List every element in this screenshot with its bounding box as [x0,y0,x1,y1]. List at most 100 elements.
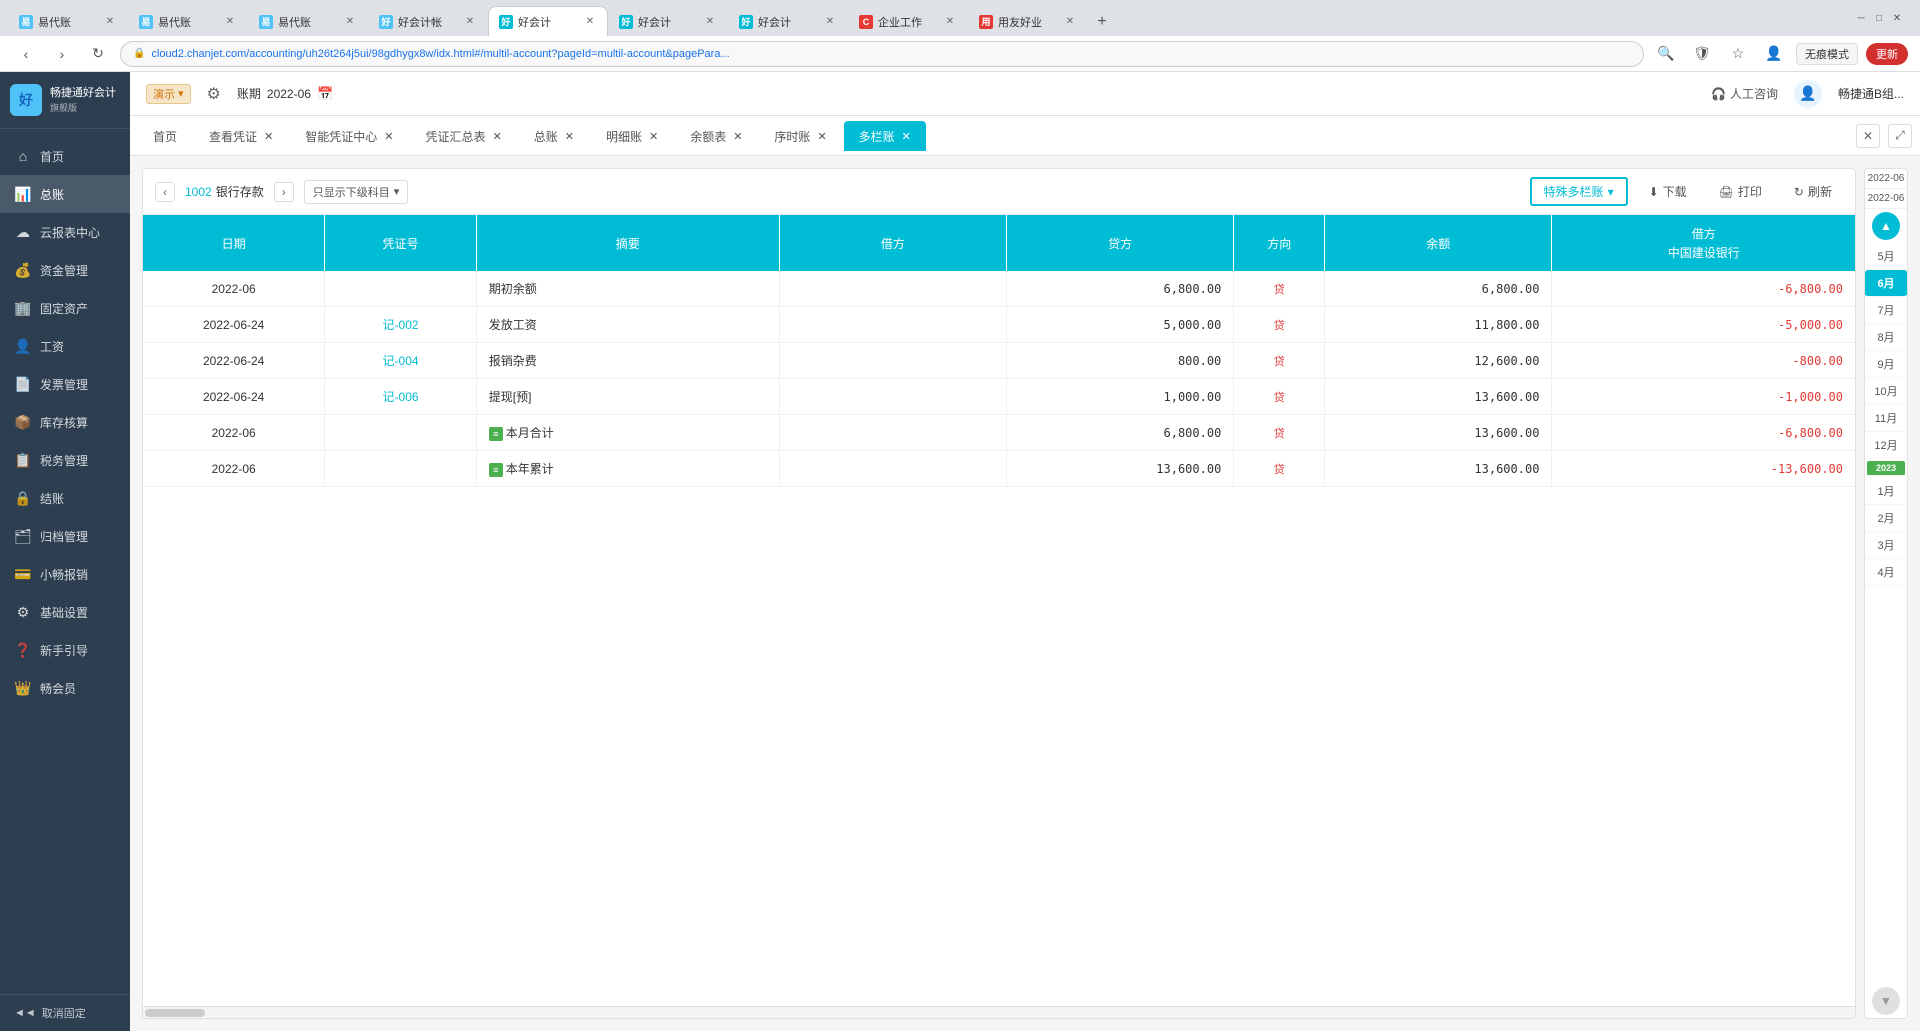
calendar-icon[interactable]: 📅 [317,86,333,102]
page-tab-close-voucher-summary[interactable]: ✕ [493,130,502,143]
tab-close-6[interactable]: ✕ [703,15,717,29]
timeline-month-item[interactable]: 7月 [1865,297,1907,324]
timeline-month-item[interactable]: 5月 [1865,243,1907,270]
timeline-down-btn[interactable]: ▼ [1872,987,1900,1015]
page-tab-balance-table[interactable]: 余额表✕ [675,121,757,151]
sidebar-item-ledger[interactable]: 📊 总账 [0,175,130,213]
tab-close-7[interactable]: ✕ [823,15,837,29]
tabs-right: ✕ ⤢ [1856,124,1912,148]
page-tab-close-detail-ledger[interactable]: ✕ [649,130,658,143]
page-tab-close-smart-voucher[interactable]: ✕ [384,130,393,143]
sidebar-item-inventory[interactable]: 📦 库存核算 [0,403,130,441]
page-tab-voucher-summary[interactable]: 凭证汇总表✕ [410,121,516,151]
tab-close-8[interactable]: ✕ [943,15,957,29]
timeline-month-item[interactable]: 9月 [1865,351,1907,378]
tab-collapse-left[interactable]: ✕ [1856,124,1880,148]
consult-button[interactable]: 🎧 人工咨询 [1711,85,1778,102]
settings-icon[interactable]: ⚙ [207,84,221,104]
minimize-btn[interactable]: ─ [1854,11,1868,25]
print-btn[interactable]: 🖨 打印 [1708,178,1773,205]
voucher-link[interactable]: 记-006 [383,390,419,404]
browser-tab-3[interactable]: 易 易代账 ✕ [248,6,368,36]
reload-btn[interactable]: ↻ [84,40,112,68]
search-icon-btn[interactable]: 🔍 [1652,40,1680,68]
sidebar-item-expense[interactable]: 💳 小畅报销 [0,555,130,593]
timeline-month-item[interactable]: 2月 [1865,505,1907,532]
sidebar-item-settings[interactable]: ⚙ 基础设置 [0,593,130,631]
browser-tab-8[interactable]: C 企业工作 ✕ [848,6,968,36]
tab-close-2[interactable]: ✕ [223,15,237,29]
maximize-btn[interactable]: □ [1872,11,1886,25]
tab-close-3[interactable]: ✕ [343,15,357,29]
page-tab-general-ledger[interactable]: 总账✕ [519,121,589,151]
tab-expand-btn[interactable]: ⤢ [1888,124,1912,148]
address-box[interactable]: 🔒 cloud2.chanjet.com/accounting/uh26t264… [120,41,1644,67]
timeline-month-item[interactable]: 12月 [1865,432,1907,459]
tab-close-1[interactable]: ✕ [103,15,117,29]
refresh-btn[interactable]: ↻ 刷新 [1783,178,1843,205]
page-tab-multi-ledger[interactable]: 多栏账✕ [844,121,926,151]
tab-close-4[interactable]: ✕ [463,15,477,29]
update-button[interactable]: 更新 [1866,43,1908,65]
special-ledger-btn[interactable]: 特殊多栏账 ▾ [1530,177,1628,206]
sidebar-item-fixed-asset[interactable]: 🏢 固定资产 [0,289,130,327]
download-btn[interactable]: ⬇ 下载 [1638,178,1698,205]
timeline-month-item[interactable]: 1月 [1865,478,1907,505]
h-scroll-bar[interactable] [143,1006,1855,1018]
page-tab-view-voucher[interactable]: 查看凭证✕ [194,121,288,151]
filter-dropdown[interactable]: 只显示下级科目 ▾ [304,180,409,204]
page-tab-close-general-ledger[interactable]: ✕ [565,130,574,143]
unpin-button[interactable]: ◄◄ 取消固定 [0,994,130,1031]
sidebar-item-capital[interactable]: 💰 资金管理 [0,251,130,289]
sidebar-item-member[interactable]: 👑 畅会员 [0,669,130,707]
timeline-month-item[interactable]: 10月 [1865,378,1907,405]
back-btn[interactable]: ‹ [12,40,40,68]
timeline-up-btn[interactable]: ▲ [1872,212,1900,240]
close-btn[interactable]: ✕ [1890,11,1904,25]
profile-icon-btn[interactable]: 👤 [1760,40,1788,68]
sidebar-item-cloud-report[interactable]: ☁ 云报表中心 [0,213,130,251]
browser-tab-4[interactable]: 好 好会计帐 ✕ [368,6,488,36]
browser-tab-6[interactable]: 好 好会计 ✕ [608,6,728,36]
forward-btn[interactable]: › [48,40,76,68]
nav-icon-settings: ⚙ [14,603,32,621]
page-tab-sequence-ledger[interactable]: 序时账✕ [759,121,841,151]
sidebar-item-close[interactable]: 🔒 结账 [0,479,130,517]
sidebar-item-salary[interactable]: 👤 工资 [0,327,130,365]
browser-tab-7[interactable]: 好 好会计 ✕ [728,6,848,36]
page-tab-close-multi-ledger[interactable]: ✕ [902,130,911,143]
page-tab-home[interactable]: 首页 [138,121,192,151]
wufan-mode-btn[interactable]: 无痕模式 [1796,43,1858,65]
timeline-month-item[interactable]: 6月 [1865,270,1907,297]
page-tab-close-sequence-ledger[interactable]: ✕ [817,130,826,143]
sidebar-item-tax[interactable]: 📋 税务管理 [0,441,130,479]
voucher-link[interactable]: 记-002 [383,318,419,332]
timeline-month-item[interactable]: 8月 [1865,324,1907,351]
page-tab-close-view-voucher[interactable]: ✕ [264,130,273,143]
shield-icon-btn[interactable]: 🛡 [1688,40,1716,68]
sidebar-item-archive[interactable]: 🗂 归档管理 [0,517,130,555]
page-tab-smart-voucher[interactable]: 智能凭证中心✕ [290,121,408,151]
tab-close-5[interactable]: ✕ [583,15,597,29]
timeline-month-item[interactable]: 11月 [1865,405,1907,432]
page-tab-detail-ledger[interactable]: 明细账✕ [591,121,673,151]
sidebar-item-invoice[interactable]: 📄 发票管理 [0,365,130,403]
sidebar-item-home[interactable]: ⌂ 首页 [0,137,130,175]
browser-tab-5[interactable]: 好 好会计 ✕ [488,6,608,36]
star-icon-btn[interactable]: ☆ [1724,40,1752,68]
tab-title-7: 好会计 [758,14,818,30]
sidebar-item-guide[interactable]: ❓ 新手引导 [0,631,130,669]
voucher-link[interactable]: 记-004 [383,354,419,368]
browser-tab-2[interactable]: 易 易代账 ✕ [128,6,248,36]
h-scroll-thumb[interactable] [145,1009,205,1017]
new-tab-btn[interactable]: + [1088,8,1116,36]
timeline-month-item[interactable]: 3月 [1865,532,1907,559]
browser-tab-1[interactable]: 易 易代账 ✕ [8,6,128,36]
account-next-btn[interactable]: › [274,182,294,202]
page-tab-close-balance-table[interactable]: ✕ [733,130,742,143]
cell-date: 2022-06 [143,271,325,307]
timeline-month-item[interactable]: 4月 [1865,559,1907,586]
browser-tab-9[interactable]: 用 用友好业 ✕ [968,6,1088,36]
account-prev-btn[interactable]: ‹ [155,182,175,202]
tab-close-9[interactable]: ✕ [1063,15,1077,29]
